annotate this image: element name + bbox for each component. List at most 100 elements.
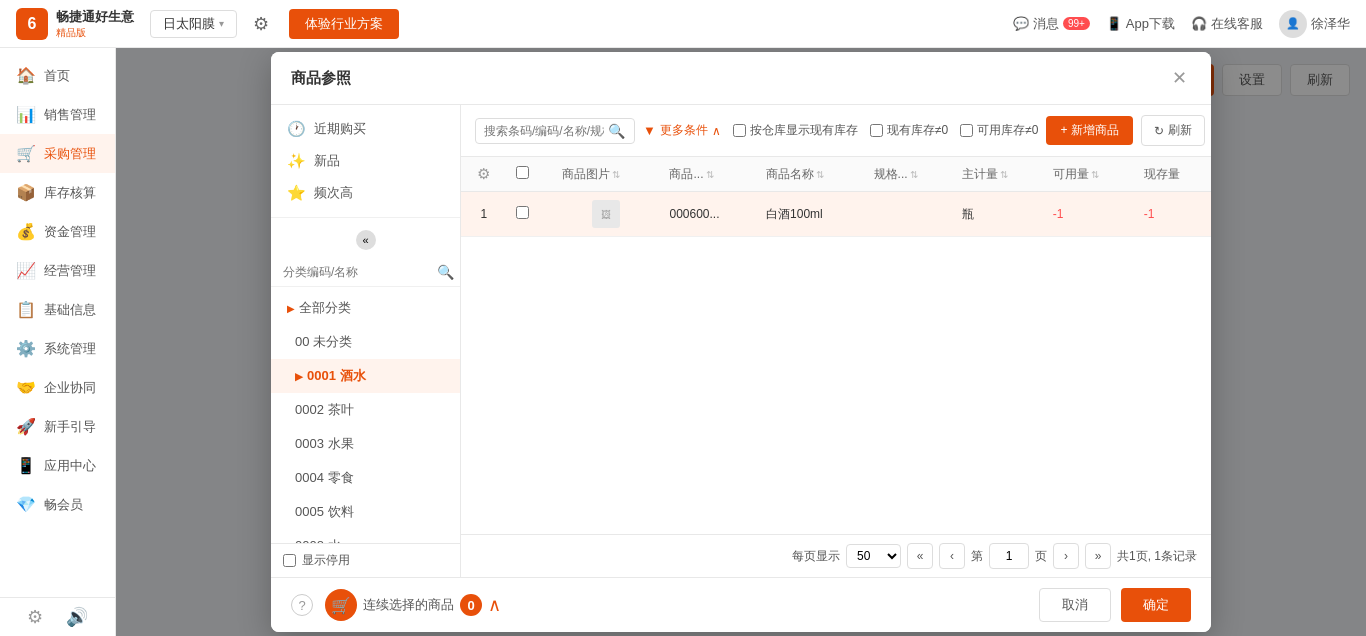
message-nav-item[interactable]: 💬 消息 99+ [1013, 15, 1090, 33]
last-page-btn[interactable]: » [1085, 543, 1111, 569]
row-checkbox[interactable] [516, 206, 529, 219]
cat-label-liquor: 0001 酒水 [307, 367, 366, 385]
row-spec-cell [864, 192, 952, 237]
sidebar-item-purchase[interactable]: 🛒 采购管理 [0, 134, 115, 173]
cat-item-liquor[interactable]: ▶ 0001 酒水 [271, 359, 460, 393]
cat-item-fruit[interactable]: 0003 水果 [271, 427, 460, 461]
modal-title: 商品参照 [291, 69, 351, 88]
headset-icon: 🎧 [1191, 16, 1207, 31]
sidebar-item-system[interactable]: ⚙️ 系统管理 [0, 329, 115, 368]
sidebar-item-apps[interactable]: 📱 应用中心 [0, 446, 115, 485]
settings-icon[interactable]: ⚙ [245, 8, 277, 40]
show-disabled-checkbox[interactable] [283, 554, 296, 567]
panel-collapse-icon[interactable]: « [356, 230, 376, 250]
th-current: 现存量 [1134, 157, 1211, 192]
available-label[interactable]: 现有库存≠0 [887, 122, 948, 139]
first-page-btn[interactable]: « [907, 543, 933, 569]
high-freq-item[interactable]: ⭐ 频次高 [271, 177, 460, 209]
cancel-button[interactable]: 取消 [1039, 588, 1111, 622]
prev-page-btn[interactable]: ‹ [939, 543, 965, 569]
experience-btn[interactable]: 体验行业方案 [289, 9, 399, 39]
th-current-label: 现存量 [1144, 166, 1180, 183]
next-page-btn[interactable]: › [1053, 543, 1079, 569]
message-badge: 99+ [1063, 17, 1090, 30]
product-search-input[interactable] [484, 124, 604, 138]
sidebar-item-home[interactable]: 🏠 首页 [0, 56, 115, 95]
sidebar-label-basic-info: 基础信息 [44, 301, 96, 319]
sidebar-item-member[interactable]: 💎 畅会员 [0, 485, 115, 524]
cart-icon[interactable]: 🛒 [325, 589, 357, 621]
page-number-input[interactable] [989, 543, 1029, 569]
sidebar-item-operations[interactable]: 📈 经营管理 [0, 251, 115, 290]
sidebar-label-enterprise: 企业协同 [44, 379, 96, 397]
row-current-cell: -1 [1134, 192, 1211, 237]
recent-purchase-label: 近期购买 [314, 120, 366, 138]
row-unit-cell: 瓶 [952, 192, 1043, 237]
sidebar-item-inventory[interactable]: 📦 库存核算 [0, 173, 115, 212]
sidebar-label-system: 系统管理 [44, 340, 96, 358]
finance-icon: 💰 [16, 222, 36, 241]
total-info: 共1页, 1条记录 [1117, 548, 1197, 565]
add-product-button[interactable]: + 新增商品 [1046, 116, 1132, 145]
new-product-item[interactable]: ✨ 新品 [271, 145, 460, 177]
show-disabled-label[interactable]: 显示停用 [302, 552, 350, 569]
table-row[interactable]: 1 🖼 [461, 192, 1211, 237]
help-button[interactable]: ? [291, 594, 313, 616]
usable-checkbox[interactable] [960, 124, 973, 137]
by-warehouse-checkbox[interactable] [733, 124, 746, 137]
available-value: -1 [1053, 207, 1064, 221]
cat-item-all[interactable]: ▶ 全部分类 [271, 291, 460, 325]
th-spec-label: 规格... [874, 166, 908, 183]
high-freq-label: 频次高 [314, 184, 353, 202]
gear-bottom-icon[interactable]: ⚙ [27, 606, 43, 628]
refresh-button[interactable]: ↻ 刷新 [1141, 115, 1205, 146]
modal-close-button[interactable]: ✕ [1167, 66, 1191, 90]
selector-arrow-icon: ▾ [219, 18, 224, 29]
clock-icon: 🕐 [287, 120, 306, 138]
cat-arrow-liquor: ▶ [295, 371, 303, 382]
confirm-button[interactable]: 确定 [1121, 588, 1191, 622]
sidebar-item-finance[interactable]: 💰 资金管理 [0, 212, 115, 251]
online-service-item[interactable]: 🎧 在线客服 [1191, 15, 1263, 33]
sidebar-item-basic-info[interactable]: 📋 基础信息 [0, 290, 115, 329]
recent-purchase-item[interactable]: 🕐 近期购买 [271, 113, 460, 145]
page-size-select[interactable]: 50 100 200 [846, 544, 901, 568]
cat-item-beverage[interactable]: 0005 饮料 [271, 495, 460, 529]
usable-label[interactable]: 可用库存≠0 [977, 122, 1038, 139]
sidebar-label-operations: 经营管理 [44, 262, 96, 280]
collapse-row: « [271, 218, 460, 258]
product-panel: 🔍 ▼ 更多条件 ∧ 按仓库显示现有库存 [461, 105, 1211, 577]
filter-icon: ▼ [643, 123, 656, 138]
sidebar-item-sales[interactable]: 📊 销售管理 [0, 95, 115, 134]
table-settings-icon[interactable]: ⚙ [477, 165, 490, 182]
avatar: 👤 [1279, 10, 1307, 38]
nav-store-selector[interactable]: 日太阳膜 ▾ [150, 10, 237, 38]
sort-code-icon: ⇅ [706, 169, 714, 180]
footer-collapse-icon[interactable]: ∧ [488, 594, 501, 616]
sidebar-item-enterprise[interactable]: 🤝 企业协同 [0, 368, 115, 407]
cart-section: 🛒 连续选择的商品 0 ∧ [325, 589, 501, 621]
user-item[interactable]: 👤 徐泽华 [1279, 10, 1350, 38]
category-search-input[interactable] [283, 265, 433, 279]
phone-icon: 📱 [1106, 16, 1122, 31]
available-checkbox[interactable] [870, 124, 883, 137]
by-warehouse-label[interactable]: 按仓库显示现有库存 [750, 122, 858, 139]
category-search-icon[interactable]: 🔍 [437, 264, 454, 280]
app-download-item[interactable]: 📱 App下载 [1106, 15, 1175, 33]
cat-item-snack[interactable]: 0004 零食 [271, 461, 460, 495]
sidebar-item-guide[interactable]: 🚀 新手引导 [0, 407, 115, 446]
cat-item-water[interactable]: 0008 水 [271, 529, 460, 543]
page-suffix: 页 [1035, 548, 1047, 565]
sidebar-bottom: ⚙ 🔊 [0, 597, 115, 636]
volume-icon[interactable]: 🔊 [66, 606, 88, 628]
product-search-icon[interactable]: 🔍 [608, 123, 625, 139]
row-code-cell: 000600... [659, 192, 756, 237]
enterprise-icon: 🤝 [16, 378, 36, 397]
cat-item-tea[interactable]: 0002 茶叶 [271, 393, 460, 427]
modal-footer: ? 🛒 连续选择的商品 0 ∧ 取消 确定 [271, 577, 1211, 632]
select-all-checkbox[interactable] [516, 166, 529, 179]
cat-item-unclassified[interactable]: 00 未分类 [271, 325, 460, 359]
more-filter-btn[interactable]: ▼ 更多条件 ∧ [643, 122, 721, 139]
sidebar-label-inventory: 库存核算 [44, 184, 96, 202]
cart-count: 0 [460, 594, 482, 616]
